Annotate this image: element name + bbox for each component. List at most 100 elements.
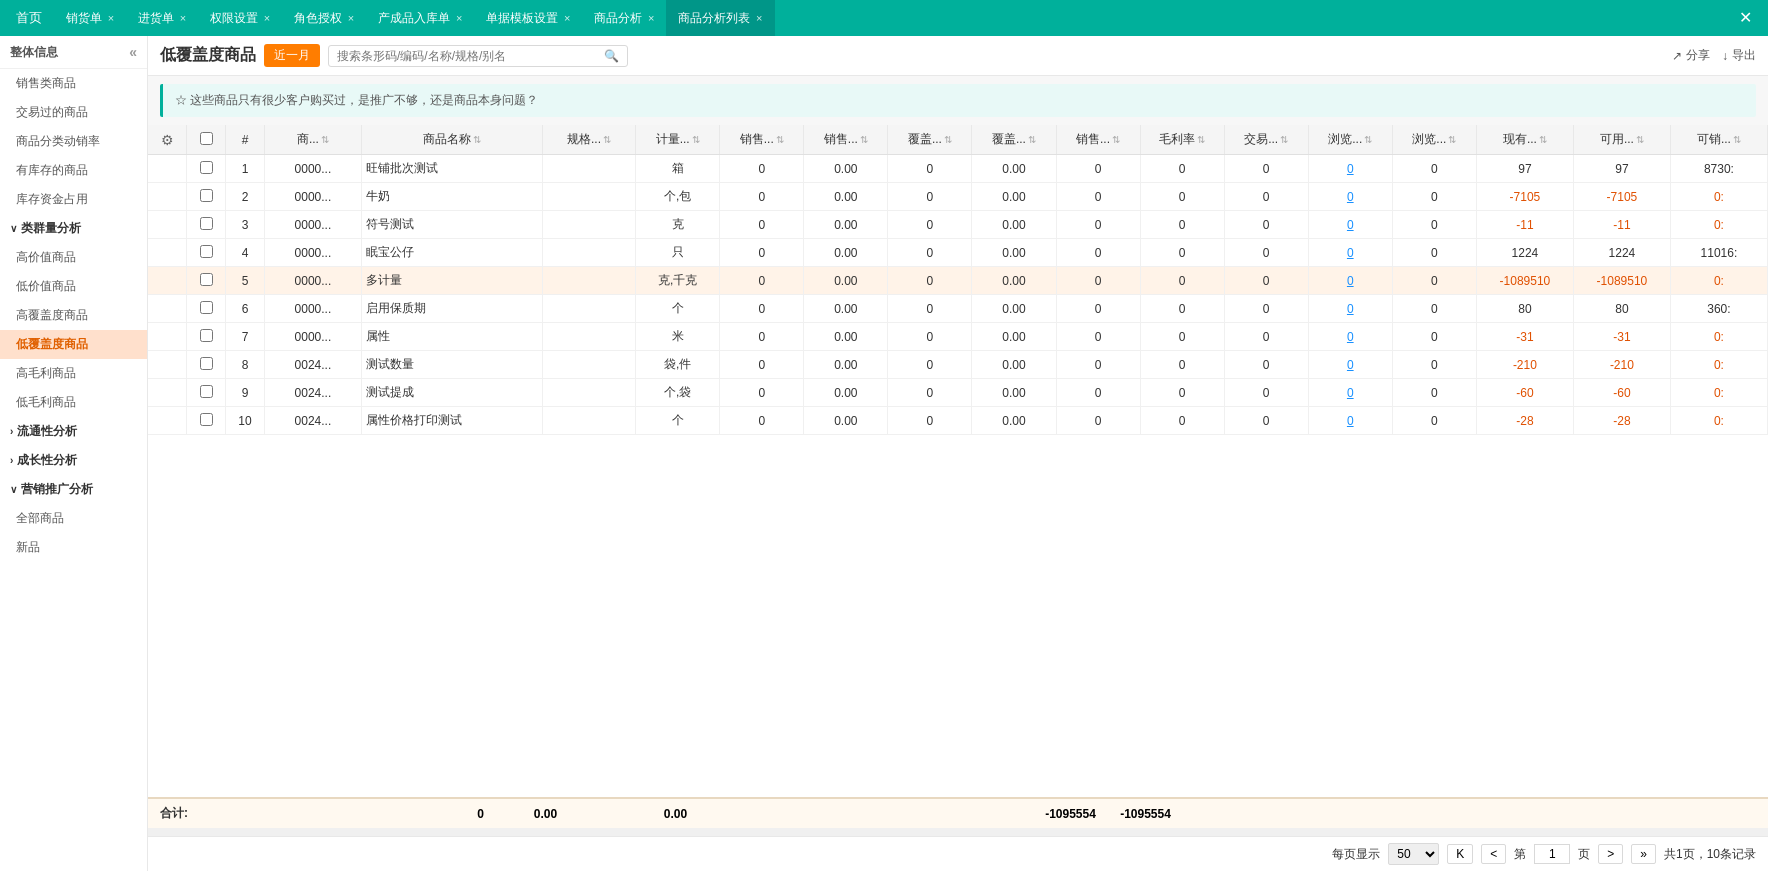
col-currentqty-header[interactable]: 现有...⇅ <box>1476 125 1573 155</box>
row-browse-a[interactable]: 0 <box>1308 183 1392 211</box>
nav-finished-goods[interactable]: 产成品入库单 × <box>366 0 474 36</box>
row-checkbox-cell[interactable] <box>187 239 226 267</box>
col-browsea-header[interactable]: 浏览...⇅ <box>1308 125 1392 155</box>
row-browse-a[interactable]: 0 <box>1308 407 1392 435</box>
row-browse-a[interactable]: 0 <box>1308 267 1392 295</box>
page-number-input[interactable] <box>1534 844 1570 864</box>
col-salesc-header[interactable]: 销售...⇅ <box>1056 125 1140 155</box>
page-size-select[interactable]: 50 10 20 100 <box>1388 843 1439 865</box>
row-checkbox[interactable] <box>200 357 213 370</box>
row-checkbox-cell[interactable] <box>187 351 226 379</box>
col-grossrate-header[interactable]: 毛利率⇅ <box>1140 125 1224 155</box>
row-checkbox-cell[interactable] <box>187 267 226 295</box>
settings-icon[interactable]: ⚙ <box>161 132 174 148</box>
export-action[interactable]: ↓ 导出 <box>1722 47 1756 64</box>
sidebar-item-high-coverage[interactable]: 高覆盖度商品 <box>0 301 147 330</box>
col-salesqty-header[interactable]: 销售...⇅ <box>720 125 804 155</box>
nav-roles-close[interactable]: × <box>348 12 354 24</box>
row-checkbox-cell[interactable] <box>187 183 226 211</box>
share-action[interactable]: ↗ 分享 <box>1672 47 1710 64</box>
row-browse-a[interactable]: 0 <box>1308 239 1392 267</box>
nav-permissions-close[interactable]: × <box>264 12 270 24</box>
nav-finished-close[interactable]: × <box>456 12 462 24</box>
nav-template-close[interactable]: × <box>564 12 570 24</box>
row-checkbox[interactable] <box>200 329 213 342</box>
col-coverb-header[interactable]: 覆盖...⇅ <box>972 125 1056 155</box>
select-all-checkbox[interactable] <box>200 132 213 145</box>
nav-sales-close[interactable]: × <box>108 12 114 24</box>
nav-roles[interactable]: 角色授权 × <box>282 0 366 36</box>
nav-product-analysis-list[interactable]: 商品分析列表 × <box>666 0 774 36</box>
nav-permissions[interactable]: 权限设置 × <box>198 0 282 36</box>
row-checkbox[interactable] <box>200 245 213 258</box>
row-checkbox-cell[interactable] <box>187 211 226 239</box>
row-checkbox[interactable] <box>200 161 213 174</box>
row-browse-a[interactable]: 0 <box>1308 351 1392 379</box>
nav-purchase[interactable]: 进货单 × <box>126 0 198 36</box>
nav-product-analysis-list-close[interactable]: × <box>756 12 762 24</box>
nav-sales[interactable]: 销货单 × <box>54 0 126 36</box>
nav-purchase-close[interactable]: × <box>180 12 186 24</box>
horizontal-scrollbar[interactable] <box>148 828 1768 836</box>
sidebar-item-stocked-goods[interactable]: 有库存的商品 <box>0 156 147 185</box>
data-table-container[interactable]: ⚙ # 商...⇅ 商品名称⇅ 规格...⇅ <box>148 125 1768 797</box>
sidebar-item-high-value[interactable]: 高价值商品 <box>0 243 147 272</box>
search-input[interactable] <box>337 49 604 63</box>
nav-template-settings[interactable]: 单据模板设置 × <box>474 0 582 36</box>
first-page-button[interactable]: K <box>1447 844 1473 864</box>
section-growth-analysis[interactable]: › 成长性分析 <box>0 446 147 475</box>
row-browse-a[interactable]: 0 <box>1308 155 1392 183</box>
row-checkbox-cell[interactable] <box>187 323 226 351</box>
next-page-button[interactable]: > <box>1598 844 1623 864</box>
sidebar-item-new-goods[interactable]: 新品 <box>0 533 147 562</box>
col-available-header[interactable]: 可用...⇅ <box>1573 125 1670 155</box>
col-spec-header[interactable]: 规格...⇅ <box>542 125 635 155</box>
row-checkbox-cell[interactable] <box>187 407 226 435</box>
col-name-header[interactable]: 商品名称⇅ <box>361 125 542 155</box>
col-checkbox-header[interactable] <box>187 125 226 155</box>
col-settings[interactable]: ⚙ <box>148 125 187 155</box>
section-category-analysis[interactable]: ∨ 类群量分析 <box>0 214 147 243</box>
window-close-button[interactable]: ✕ <box>1727 0 1764 36</box>
col-sellable-header[interactable]: 可销...⇅ <box>1670 125 1767 155</box>
row-browse-a[interactable]: 0 <box>1308 211 1392 239</box>
row-current-qty: -60 <box>1476 379 1573 407</box>
sidebar-item-inventory-capital[interactable]: 库存资金占用 <box>0 185 147 214</box>
row-checkbox[interactable] <box>200 413 213 426</box>
nav-product-analysis-close[interactable]: × <box>648 12 654 24</box>
row-checkbox-cell[interactable] <box>187 379 226 407</box>
sidebar-item-all-goods[interactable]: 全部商品 <box>0 504 147 533</box>
section-liquidity-analysis[interactable]: › 流通性分析 <box>0 417 147 446</box>
sidebar-collapse-button[interactable]: « <box>123 42 143 62</box>
row-checkbox[interactable] <box>200 385 213 398</box>
prev-page-button[interactable]: < <box>1481 844 1506 864</box>
sidebar-item-traded-goods[interactable]: 交易过的商品 <box>0 98 147 127</box>
row-browse-a[interactable]: 0 <box>1308 295 1392 323</box>
sidebar-item-low-value[interactable]: 低价值商品 <box>0 272 147 301</box>
row-checkbox[interactable] <box>200 217 213 230</box>
sidebar-item-low-coverage[interactable]: 低覆盖度商品 <box>0 330 147 359</box>
row-checkbox[interactable] <box>200 301 213 314</box>
sidebar-item-sales-goods[interactable]: 销售类商品 <box>0 69 147 98</box>
sidebar-item-category-rate[interactable]: 商品分类动销率 <box>0 127 147 156</box>
col-trade-header[interactable]: 交易...⇅ <box>1224 125 1308 155</box>
col-browseb-header[interactable]: 浏览...⇅ <box>1392 125 1476 155</box>
sidebar-item-high-margin[interactable]: 高毛利商品 <box>0 359 147 388</box>
row-checkbox-cell[interactable] <box>187 295 226 323</box>
sidebar-item-low-margin[interactable]: 低毛利商品 <box>0 388 147 417</box>
row-checkbox[interactable] <box>200 273 213 286</box>
row-browse-a[interactable]: 0 <box>1308 323 1392 351</box>
nav-home[interactable]: 首页 <box>4 0 54 36</box>
col-salesamt-header[interactable]: 销售...⇅ <box>804 125 888 155</box>
last-page-button[interactable]: » <box>1631 844 1656 864</box>
col-code-header[interactable]: 商...⇅ <box>264 125 361 155</box>
row-checkbox-cell[interactable] <box>187 155 226 183</box>
search-icon[interactable]: 🔍 <box>604 49 619 63</box>
row-browse-a[interactable]: 0 <box>1308 379 1392 407</box>
time-filter-button[interactable]: 近一月 <box>264 44 320 67</box>
row-checkbox[interactable] <box>200 189 213 202</box>
col-unit-header[interactable]: 计量...⇅ <box>636 125 720 155</box>
col-covera-header[interactable]: 覆盖...⇅ <box>888 125 972 155</box>
nav-product-analysis[interactable]: 商品分析 × <box>582 0 666 36</box>
section-marketing-analysis[interactable]: ∨ 营销推广分析 <box>0 475 147 504</box>
